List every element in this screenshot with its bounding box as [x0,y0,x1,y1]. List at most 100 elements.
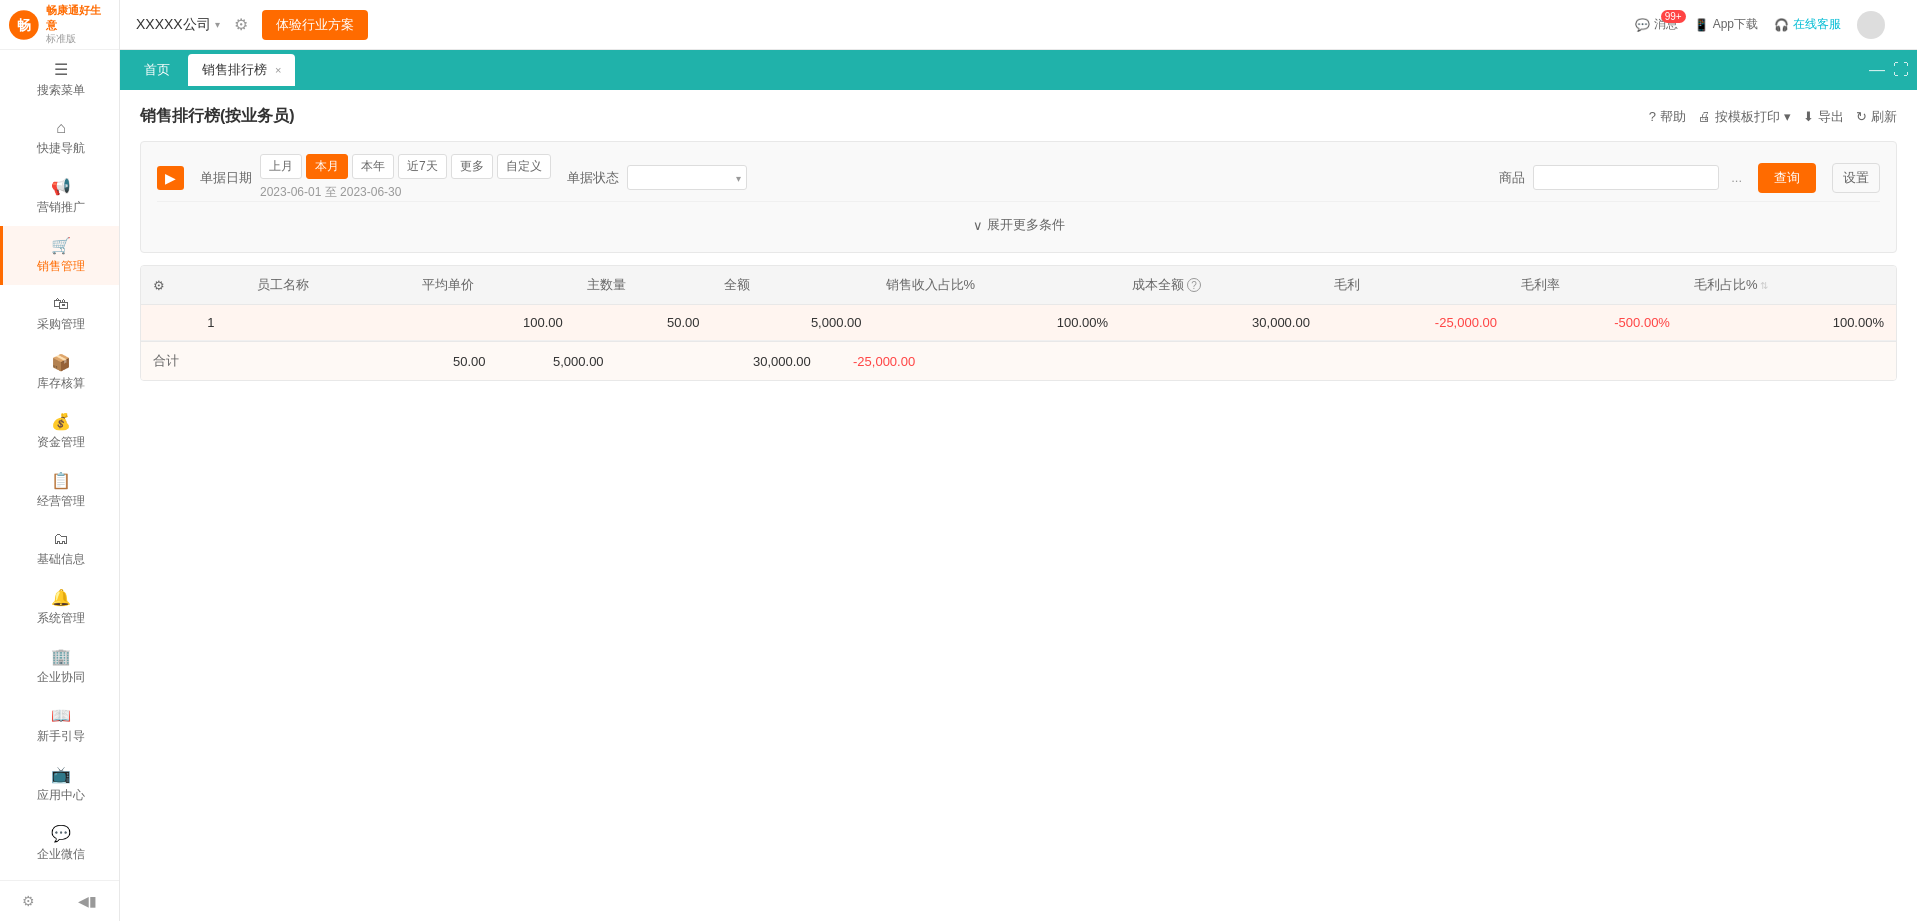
this-year-btn[interactable]: 本年 [352,154,394,179]
sidebar-item-label-marketing: 营销推广 [37,199,85,216]
help-icon: ? [1649,109,1656,124]
filter-row-1: ▶ 单据日期 上月 本月 本年 近7天 更多 自定义 [157,154,1880,201]
col-gross-pct-header: 毛利占比% ⇅ [1682,266,1896,305]
sidebar-item-wechat[interactable]: 💬企业微信 [0,814,119,873]
sidebar-item-finance[interactable]: 💰资金管理 [0,402,119,461]
sidebar-item-label-sales: 销售管理 [37,258,85,275]
sidebar-item-purchase[interactable]: 🛍采购管理 [0,285,119,343]
online-service-btn[interactable]: 🎧 在线客服 [1774,16,1841,33]
company-selector[interactable]: XXXXX公司 ▾ [136,16,220,34]
sidebar-item-app-center[interactable]: 📺应用中心 [0,755,119,814]
row-employee-cell [245,305,410,341]
prev-month-btn[interactable]: 上月 [260,154,302,179]
collapse-sidebar-icon[interactable]: ◀▮ [74,889,101,913]
tab-close-icon[interactable]: × [275,64,281,76]
tab-sales-ranking[interactable]: 销售排行榜 × [188,54,295,86]
sidebar-nav: ☰搜索菜单⌂快捷导航📢营销推广 🛒 销售管理 🛍采购管理📦库存核算💰资金管理📋经营管理… [0,50,119,880]
row-qty-cell: 50.00 [575,305,712,341]
maximize-icon[interactable]: ⛶ [1893,61,1909,79]
sidebar-item-system[interactable]: 🔔系统管理 [0,578,119,637]
sidebar-item-basic-info[interactable]: 🗂基础信息 [0,520,119,578]
expand-more-btn[interactable]: ∨ 展开更多条件 [973,216,1065,234]
user-avatar[interactable] [1857,11,1885,39]
footer-gross: -25,000.00 [853,354,933,369]
page-container: 销售排行榜(按业务员) ? 帮助 🖨 按模板打印 ▾ ⬇ 导出 [120,90,1917,921]
app-download-btn[interactable]: 📱 App下载 [1694,16,1758,33]
expand-more-label: 展开更多条件 [987,216,1065,234]
tab-home[interactable]: 首页 [128,53,186,87]
sidebar-item-search[interactable]: ☰搜索菜单 [0,50,119,109]
footer-total-label: 合计 [153,352,233,370]
settings-filter-btn[interactable]: 设置 [1832,163,1880,193]
goods-input[interactable] [1533,165,1719,190]
table-row: 1 100.00 50.00 5,000.00 100.00% 30,000.0… [141,305,1896,341]
topbar-right: 💬 消息 99+ 📱 App下载 🎧 在线客服 [1635,11,1901,39]
query-btn[interactable]: 查询 [1758,163,1816,193]
guide-icon: 📖 [51,706,71,725]
status-select-wrapper [627,165,747,190]
sidebar-item-quick-nav[interactable]: ⌂快捷导航 [0,109,119,167]
sidebar-item-vip[interactable]: V畅会员 [0,873,119,880]
logo-icon: 畅 [8,9,40,41]
expand-more-row: ∨ 展开更多条件 [157,201,1880,240]
custom-date-btn[interactable]: 自定义 [497,154,551,179]
refresh-btn[interactable]: ↻ 刷新 [1856,108,1897,126]
table-footer: 合计 50.00 5,000.00 30,000.00 -25,000.00 [141,341,1896,380]
this-month-btn[interactable]: 本月 [306,154,348,179]
print-label: 按模板打印 [1715,108,1780,126]
sidebar-item-label-inventory: 库存核算 [37,375,85,392]
export-btn[interactable]: ⬇ 导出 [1803,108,1844,126]
sidebar-item-guide[interactable]: 📖新手引导 [0,696,119,755]
more-date-btn[interactable]: 更多 [451,154,493,179]
forward-btn[interactable]: ▶ [157,166,184,190]
settings-bottom-icon[interactable]: ⚙ [18,889,39,913]
trial-btn[interactable]: 体验行业方案 [262,10,368,40]
column-settings-icon[interactable]: ⚙ [153,278,165,293]
app-label: App下载 [1713,16,1758,33]
message-badge: 99+ [1661,10,1686,23]
print-btn[interactable]: 🖨 按模板打印 ▾ [1698,108,1791,126]
help-btn[interactable]: ? 帮助 [1649,108,1686,126]
sidebar-item-operations[interactable]: 📋经营管理 [0,461,119,520]
date-range-text: 2023-06-01 至 2023-06-30 [260,184,551,201]
export-label: 导出 [1818,108,1844,126]
quick-nav-icon: ⌂ [56,119,66,137]
date-quick-btns: 上月 本月 本年 近7天 更多 自定义 [260,154,551,179]
logo-name: 畅康通好生意 [46,3,111,32]
data-table: ⚙ 员工名称 平均单价 主数量 全额 销售收入占比% [141,266,1896,341]
sidebar-item-inventory[interactable]: 📦库存核算 [0,343,119,402]
tabbar-window-controls: — ⛶ [1869,61,1909,79]
goods-more-icon[interactable]: ... [1731,170,1742,185]
sidebar-item-sales[interactable]: 🛒 销售管理 [0,226,119,285]
sort-icon[interactable]: ⇅ [1760,280,1768,291]
status-select[interactable] [627,165,747,190]
sales-icon: 🛒 [51,236,71,255]
sidebar-item-marketing[interactable]: 📢营销推广 [0,167,119,226]
sidebar: 畅 畅康通好生意 标准版 ☰搜索菜单⌂快捷导航📢营销推广🛒销售管理🛍采购管理📦库… [0,0,120,921]
col-avg-price-header: 平均单价 [410,266,575,305]
sidebar-item-enterprise[interactable]: 🏢企业协同 [0,637,119,696]
last7days-btn[interactable]: 近7天 [398,154,447,179]
purchase-icon: 🛍 [53,295,69,313]
basic-info-icon: 🗂 [53,530,69,548]
svg-text:畅: 畅 [17,16,31,32]
row-gross-pct-cell: 100.00% [1682,305,1896,341]
topbar-settings-icon[interactable]: ⚙ [230,11,252,38]
row-settings-cell [141,305,177,341]
message-btn[interactable]: 💬 消息 99+ [1635,16,1678,33]
minimize-icon[interactable]: — [1869,61,1885,79]
col-sales-pct-header: 销售收入占比% [874,266,1121,305]
row-cost-cell: 30,000.00 [1120,305,1322,341]
operations-icon: 📋 [51,471,71,490]
cost-info-icon[interactable]: ? [1187,278,1201,292]
printer-icon: 🖨 [1698,109,1711,124]
app-center-icon: 📺 [51,765,71,784]
sidebar-item-label-wechat: 企业微信 [37,846,85,863]
col-cost-header: 成本全额 ? [1120,266,1322,305]
page-content: 销售排行榜(按业务员) ? 帮助 🖨 按模板打印 ▾ ⬇ 导出 [120,90,1917,921]
tab-label: 销售排行榜 [202,61,267,79]
system-icon: 🔔 [51,588,71,607]
company-dropdown-icon: ▾ [215,19,220,30]
headset-icon: 🎧 [1774,18,1789,32]
tabbar: 首页 销售排行榜 × — ⛶ [120,50,1917,90]
